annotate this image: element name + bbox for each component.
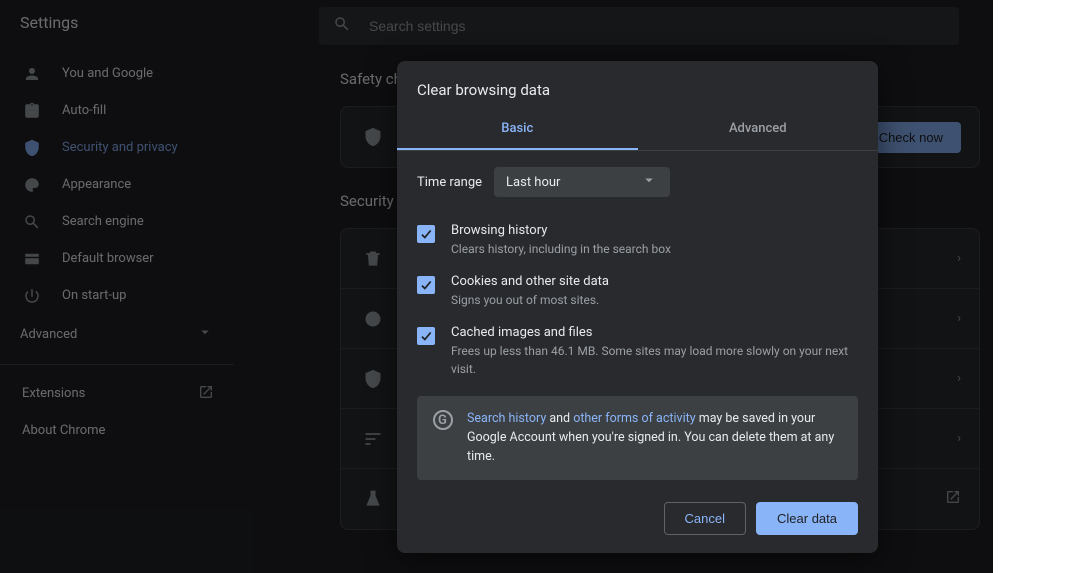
open-external-icon: [198, 384, 214, 404]
link-other-activity[interactable]: other forms of activity: [573, 411, 695, 426]
trash-icon: [359, 249, 387, 269]
link-search-history[interactable]: Search history: [467, 411, 546, 426]
flask-icon: [359, 489, 387, 509]
sidebar-item-label: Search engine: [62, 214, 144, 229]
checkbox-checked-icon[interactable]: [417, 327, 435, 345]
chevron-down-icon: [196, 323, 214, 345]
time-range-label: Time range: [417, 175, 482, 190]
option-desc: Signs you out of most sites.: [451, 291, 609, 309]
sidebar-item-label: Extensions: [22, 386, 85, 401]
chevron-right-icon: ›: [957, 371, 961, 386]
sidebar-item-extensions[interactable]: Extensions: [0, 375, 234, 412]
search-icon: [333, 15, 369, 37]
option-cookies[interactable]: Cookies and other site data Signs you ou…: [417, 266, 858, 317]
chevron-right-icon: ›: [957, 311, 961, 326]
clear-browsing-dialog: Clear browsing data Basic Advanced Time …: [397, 61, 878, 553]
sidebar-item-label: Auto-fill: [62, 103, 106, 118]
search-input[interactable]: [369, 18, 945, 34]
sidebar-item-label: Security and privacy: [62, 140, 178, 155]
checkbox-checked-icon[interactable]: [417, 276, 435, 294]
tab-advanced[interactable]: Advanced: [638, 109, 879, 150]
shield-check-icon: [359, 127, 387, 147]
tab-basic[interactable]: Basic: [397, 109, 638, 150]
option-cache[interactable]: Cached images and files Frees up less th…: [417, 317, 858, 386]
cancel-button[interactable]: Cancel: [664, 502, 746, 535]
chevron-right-icon: ›: [957, 431, 961, 446]
option-desc: Clears history, including in the search …: [451, 240, 671, 258]
sidebar-item-label: About Chrome: [22, 423, 105, 438]
shield-icon: [359, 369, 387, 389]
sidebar-item-label: You and Google: [62, 66, 153, 81]
sidebar-item-autofill[interactable]: Auto-fill: [0, 92, 234, 129]
palette-icon: [22, 176, 42, 194]
google-icon: [433, 410, 453, 430]
dialog-title: Clear browsing data: [397, 61, 878, 109]
sidebar-item-label: Appearance: [62, 177, 131, 192]
chevron-down-icon: [640, 171, 658, 193]
option-desc: Frees up less than 46.1 MB. Some sites m…: [451, 342, 858, 378]
open-external-icon: [945, 489, 961, 509]
sidebar-item-about[interactable]: About Chrome: [0, 412, 234, 449]
option-title: Cached images and files: [451, 325, 858, 340]
option-browsing-history[interactable]: Browsing history Clears history, includi…: [417, 215, 858, 266]
sidebar-item-you-and-google[interactable]: You and Google: [0, 55, 234, 92]
chevron-right-icon: ›: [957, 251, 961, 266]
sidebar-item-startup[interactable]: On start-up: [0, 277, 234, 314]
search-icon: [22, 213, 42, 231]
option-title: Browsing history: [451, 223, 671, 238]
checkbox-checked-icon[interactable]: [417, 225, 435, 243]
note-text: and: [546, 411, 573, 426]
time-range-select[interactable]: Last hour: [494, 167, 670, 197]
sidebar-item-label: On start-up: [62, 288, 126, 303]
sidebar-advanced-toggle[interactable]: Advanced: [0, 314, 234, 354]
tune-icon: [359, 429, 387, 449]
sidebar-item-appearance[interactable]: Appearance: [0, 166, 234, 203]
page-title: Settings: [20, 13, 78, 32]
sidebar-advanced-label: Advanced: [20, 327, 77, 342]
google-account-note: Search history and other forms of activi…: [417, 396, 858, 480]
sidebar-item-security[interactable]: Security and privacy: [0, 129, 234, 166]
shield-icon: [22, 139, 42, 157]
option-title: Cookies and other site data: [451, 274, 609, 289]
cookie-icon: [359, 309, 387, 329]
clear-data-button[interactable]: Clear data: [756, 502, 858, 535]
sidebar-item-label: Default browser: [62, 251, 154, 266]
sidebar-item-default-browser[interactable]: Default browser: [0, 240, 234, 277]
sidebar-item-search-engine[interactable]: Search engine: [0, 203, 234, 240]
settings-search[interactable]: [319, 7, 959, 45]
clipboard-icon: [22, 102, 42, 120]
sidebar: You and Google Auto-fill Security and pr…: [0, 55, 234, 449]
person-icon: [22, 65, 42, 83]
browser-icon: [22, 250, 42, 268]
time-range-value: Last hour: [506, 175, 560, 190]
power-icon: [22, 287, 42, 305]
